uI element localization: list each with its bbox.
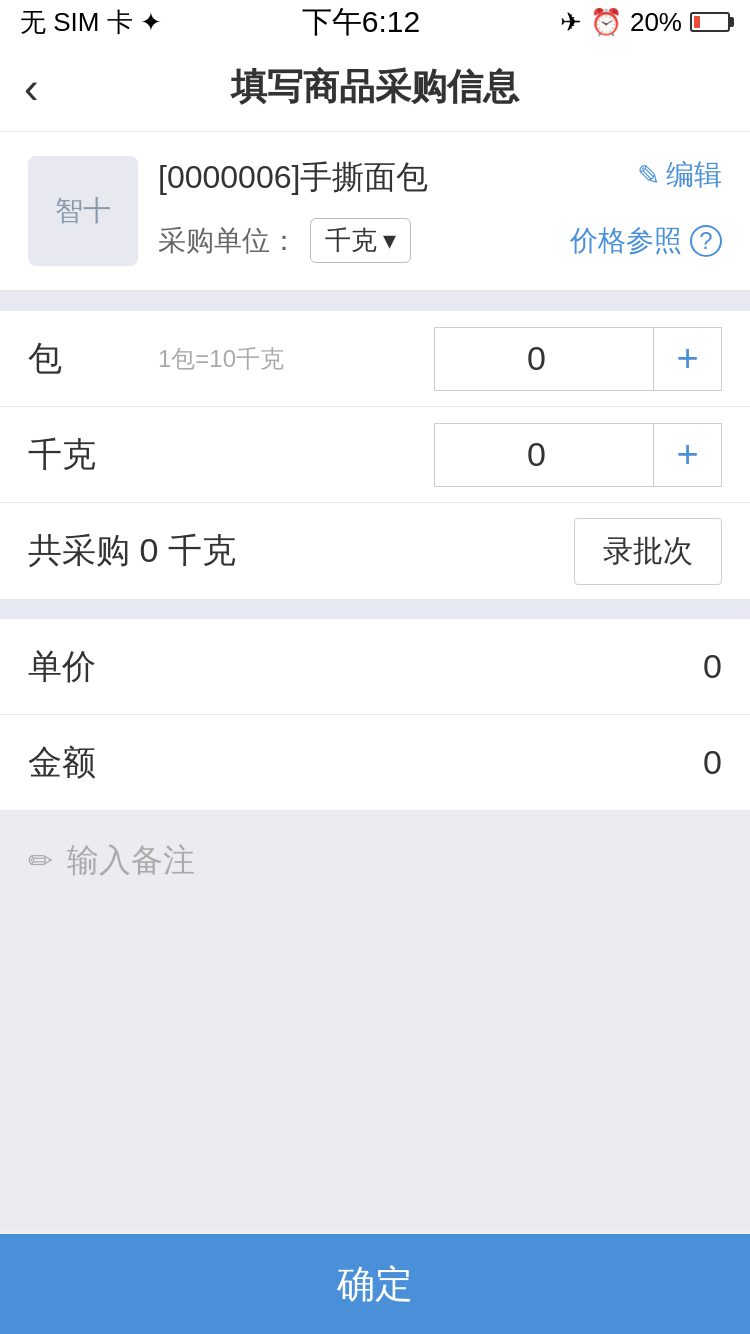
bag-plus-button[interactable]: + [654,327,722,391]
status-left: 无 SIM 卡 ✦ [20,5,162,40]
section-divider-2 [0,599,750,619]
remark-section[interactable]: ✏ 输入备注 [0,811,750,931]
bag-input-row: 包 1包=10千克 + [0,311,750,407]
kg-input-row: 千克 + [0,407,750,503]
unit-price-value: 0 [703,647,722,686]
status-bar: 无 SIM 卡 ✦ 下午6:12 ✈ ⏰ 20% [0,0,750,44]
product-meta: 采购单位： 千克 ▾ 价格参照 ? [158,218,722,263]
confirm-button[interactable]: 确定 [0,1234,750,1334]
bag-field-wrap: + [284,327,722,391]
product-id: [0000006] [158,159,300,195]
location-icon: ✈ [560,7,582,38]
unit-price-row: 单价 0 [0,619,750,715]
summary-label: 共采购 0 千克 [28,528,236,574]
input-section: 包 1包=10千克 + 千克 + 共采购 0 千克 录批次 [0,311,750,599]
bag-sublabel: 1包=10千克 [158,343,284,375]
kg-label: 千克 [28,432,148,478]
edit-button[interactable]: ✎ 编辑 [637,156,722,194]
product-thumbnail: 智十 [28,156,138,266]
kg-field-wrap: + [148,423,722,487]
unit-label: 采购单位： [158,222,298,260]
price-section: 单价 0 金额 0 [0,619,750,811]
pencil-icon: ✏ [28,843,53,878]
unit-row: 采购单位： 千克 ▾ [158,218,411,263]
back-button[interactable]: ‹ [24,66,39,110]
product-title: 手撕面包 [300,159,428,195]
status-right: ✈ ⏰ 20% [560,7,730,38]
help-icon: ? [690,225,722,257]
price-ref-button[interactable]: 价格参照 ? [570,222,722,260]
status-time: 下午6:12 [302,2,420,43]
sim-label: 无 SIM 卡 ✦ [20,5,162,40]
battery-indicator [690,12,730,32]
unit-select[interactable]: 千克 ▾ [310,218,411,263]
kg-plus-button[interactable]: + [654,423,722,487]
amount-row: 金额 0 [0,715,750,811]
chevron-down-icon: ▾ [383,225,396,256]
product-card: 智十 [0000006]手撕面包 ✎ 编辑 采购单位： 千克 ▾ 价格参照 ? [0,132,750,291]
kg-input[interactable] [434,423,654,487]
edit-icon: ✎ [637,159,660,192]
record-batch-button[interactable]: 录批次 [574,518,722,585]
page-title: 填写商品采购信息 [231,63,519,112]
unit-value: 千克 [325,223,377,258]
price-ref-label: 价格参照 [570,222,682,260]
unit-price-label: 单价 [28,644,96,690]
summary-row: 共采购 0 千克 录批次 [0,503,750,599]
amount-value: 0 [703,743,722,782]
amount-label: 金额 [28,740,96,786]
bag-input[interactable] [434,327,654,391]
product-info: [0000006]手撕面包 ✎ 编辑 采购单位： 千克 ▾ 价格参照 ? [158,156,722,263]
bag-label: 包 [28,336,148,382]
product-top-row: [0000006]手撕面包 ✎ 编辑 [158,156,722,200]
alarm-icon: ⏰ [590,7,622,38]
battery-percent: 20% [630,7,682,38]
product-name: [0000006]手撕面包 [158,156,428,200]
product-logo: 智十 [55,194,111,228]
bottom-area [0,931,750,1231]
remark-placeholder: 输入备注 [67,839,195,883]
nav-bar: ‹ 填写商品采购信息 [0,44,750,132]
edit-label: 编辑 [666,156,722,194]
section-divider-1 [0,291,750,311]
